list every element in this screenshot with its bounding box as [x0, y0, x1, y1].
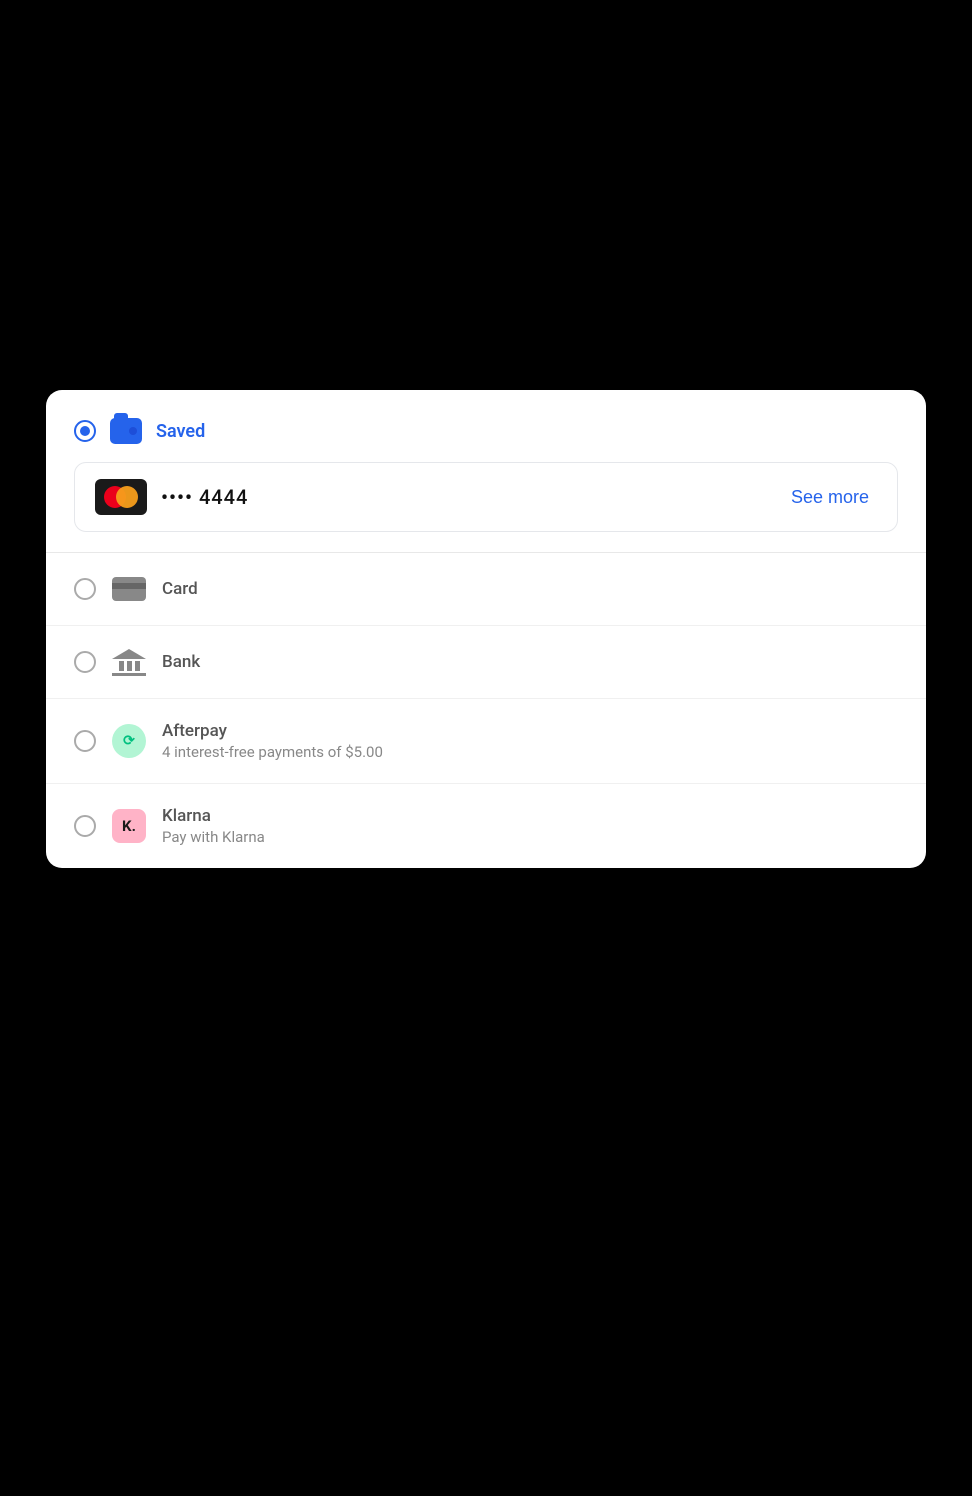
- afterpay-option-label: Afterpay: [162, 721, 383, 741]
- klarna-badge: K.: [112, 809, 146, 843]
- bank-columns: [119, 661, 140, 671]
- card-number: •••• 4444: [161, 485, 248, 509]
- saved-section: Saved •••• 4444 See more: [46, 390, 926, 553]
- saved-card-row[interactable]: •••• 4444 See more: [74, 462, 898, 532]
- afterpay-symbol: ⟳: [123, 733, 135, 749]
- afterpay-option-subtitle: 4 interest-free payments of $5.00: [162, 743, 383, 761]
- klarna-option-text: Klarna Pay with Klarna: [162, 806, 265, 846]
- bank-base: [112, 673, 146, 676]
- bank-icon: [112, 648, 146, 676]
- payment-option-afterpay[interactable]: ⟳ Afterpay 4 interest-free payments of $…: [46, 699, 926, 784]
- saved-label: Saved: [156, 421, 205, 442]
- payment-option-card[interactable]: Card: [46, 553, 926, 626]
- bank-col-2: [127, 661, 132, 671]
- klarna-radio[interactable]: [74, 815, 96, 837]
- klarna-icon: K.: [112, 812, 146, 840]
- radio-inner: [80, 426, 90, 436]
- mastercard-icon: [95, 479, 147, 515]
- wallet-icon: [110, 418, 142, 444]
- payment-option-klarna[interactable]: K. Klarna Pay with Klarna: [46, 784, 926, 868]
- card-option-text: Card: [162, 579, 198, 599]
- afterpay-icon: ⟳: [112, 727, 146, 755]
- klarna-k-letter: K.: [122, 817, 136, 835]
- see-more-button[interactable]: See more: [783, 483, 877, 512]
- afterpay-option-text: Afterpay 4 interest-free payments of $5.…: [162, 721, 383, 761]
- bank-radio[interactable]: [74, 651, 96, 673]
- bank-roof: [112, 649, 146, 659]
- card-radio[interactable]: [74, 578, 96, 600]
- card-info: •••• 4444: [95, 479, 248, 515]
- bank-col-1: [119, 661, 124, 671]
- saved-radio-button[interactable]: [74, 420, 96, 442]
- credit-card-icon: [112, 575, 146, 603]
- payment-option-bank[interactable]: Bank: [46, 626, 926, 699]
- bank-option-label: Bank: [162, 652, 200, 672]
- klarna-option-subtitle: Pay with Klarna: [162, 828, 265, 846]
- saved-header: Saved: [74, 418, 898, 444]
- afterpay-circle: ⟳: [112, 724, 146, 758]
- payment-panel: Saved •••• 4444 See more Card: [46, 390, 926, 868]
- klarna-option-label: Klarna: [162, 806, 265, 826]
- bank-option-text: Bank: [162, 652, 200, 672]
- bank-col-3: [135, 661, 140, 671]
- card-option-label: Card: [162, 579, 198, 599]
- bank-shape: [112, 648, 146, 676]
- mastercard-circles: [104, 486, 138, 508]
- mc-right-circle: [116, 486, 138, 508]
- afterpay-radio[interactable]: [74, 730, 96, 752]
- card-shape: [112, 577, 146, 601]
